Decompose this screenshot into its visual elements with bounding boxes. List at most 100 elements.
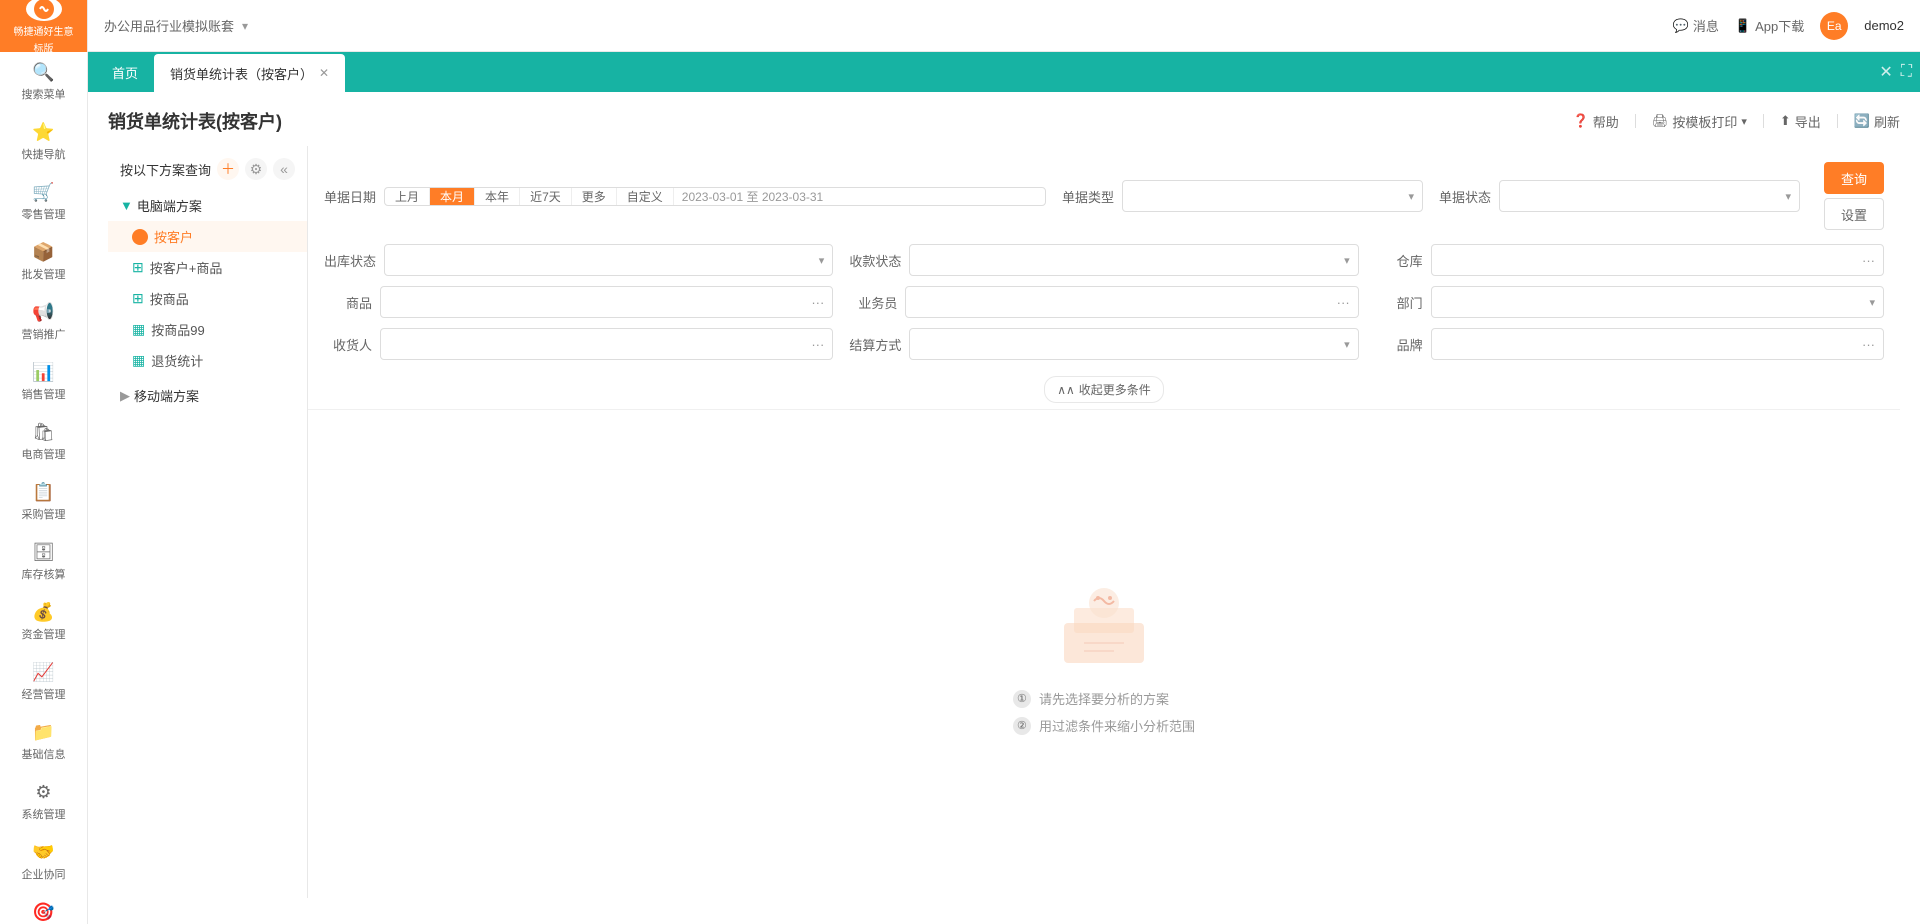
sidebar-item-search[interactable]: 🔍 搜索菜单 xyxy=(0,52,87,112)
desktop-scheme-label: 电脑端方案 xyxy=(137,196,202,215)
topbar-right: 💬 消息 📱 App下载 Ea demo2 xyxy=(1673,12,1904,40)
sidebar-item-purchase[interactable]: 📋 采购管理 xyxy=(0,472,87,532)
empty-tip-1-text: 请先选择要分析的方案 xyxy=(1039,689,1169,708)
settings-button[interactable]: 设置 xyxy=(1824,198,1884,230)
collapse-panel-button[interactable]: « xyxy=(273,158,295,180)
app-download-icon: 📱 xyxy=(1735,18,1751,34)
export-icon: ⬆ xyxy=(1780,113,1791,129)
brand-select[interactable]: ··· xyxy=(1431,328,1884,360)
salesperson-label: 业务员 xyxy=(849,293,897,312)
sidebar-item-label: 系统管理 xyxy=(22,806,66,822)
sidebar-item-label: 经营管理 xyxy=(22,686,66,702)
sales-icon: 📊 xyxy=(32,362,54,383)
sidebar-item-wholesale[interactable]: 📦 批发管理 xyxy=(0,232,87,292)
consignee-select[interactable]: ··· xyxy=(380,328,833,360)
panel-header: 按以下方案查询 ＋ ⚙ « xyxy=(108,154,307,188)
grid-icon: ⊞ xyxy=(132,259,144,276)
sidebar-item-quicknav[interactable]: ⭐ 快捷导航 xyxy=(0,112,87,172)
query-button[interactable]: 查询 xyxy=(1824,162,1884,194)
sidebar-item-operations[interactable]: 📈 经营管理 xyxy=(0,652,87,712)
receipt-status-select[interactable]: ▾ xyxy=(909,244,1358,276)
scheme-item-return-stats[interactable]: ▦ 退货统计 xyxy=(108,345,307,376)
sidebar-item-sales[interactable]: 📊 销售管理 xyxy=(0,352,87,412)
sales-stats-tab-label: 销货单统计表（按客户） xyxy=(170,64,313,83)
settings-scheme-button[interactable]: ⚙ xyxy=(245,158,267,180)
sidebar-item-marketing[interactable]: 📢 营销推广 xyxy=(0,292,87,352)
ecommerce-icon: 🛍 xyxy=(32,422,55,443)
product-label: 商品 xyxy=(324,293,372,312)
settlement-filter-item: 结算方式 ▾ xyxy=(849,328,1358,360)
last-7-days-btn[interactable]: 近7天 xyxy=(520,188,572,205)
sidebar-item-basic-info[interactable]: 📁 基础信息 xyxy=(0,712,87,772)
warehouse-filter-item: 仓库 ··· xyxy=(1375,244,1884,276)
close-tab-button[interactable]: ✕ xyxy=(1879,62,1892,82)
topbar-title: 办公用品行业模拟账套 xyxy=(104,16,234,35)
order-status-filter-item: 单据状态 ▾ xyxy=(1439,180,1800,212)
sidebar-item-label: 零售管理 xyxy=(22,206,66,222)
brand-more-icon: ··· xyxy=(1862,337,1875,352)
this-month-btn[interactable]: 本月 xyxy=(430,188,475,205)
department-select[interactable]: ▾ xyxy=(1431,286,1884,318)
export-button[interactable]: ⬆ 导出 xyxy=(1780,112,1821,131)
sidebar-item-label: 搜索菜单 xyxy=(22,86,66,102)
add-scheme-button[interactable]: ＋ xyxy=(217,158,239,180)
guide-icon: 🎯 xyxy=(32,902,54,923)
stock-status-select[interactable]: ▾ xyxy=(384,244,833,276)
refresh-button[interactable]: 🔄 刷新 xyxy=(1854,112,1900,131)
warehouse-select[interactable]: ··· xyxy=(1431,244,1884,276)
sidebar-item-retail[interactable]: 🛒 零售管理 xyxy=(0,172,87,232)
mobile-scheme-title[interactable]: ▶ 移动端方案 xyxy=(108,380,307,411)
right-area: 单据日期 上月 本月 本年 近7天 更多 自定义 xyxy=(308,146,1900,898)
scheme-item-by-customer-product[interactable]: ⊞ 按客户+商品 xyxy=(108,252,307,283)
empty-state: ① 请先选择要分析的方案 ② 用过滤条件来缩小分析范围 xyxy=(308,410,1900,898)
print-button[interactable]: 🖨 按模板打印 ▾ xyxy=(1652,112,1747,131)
sidebar-item-enterprise-coop[interactable]: 🤝 企业协同 xyxy=(0,832,87,892)
scheme-item-by-product[interactable]: ⊞ 按商品 xyxy=(108,283,307,314)
collapse-label: 收起更多条件 xyxy=(1079,381,1151,398)
sidebar-item-system[interactable]: ⚙ 系统管理 xyxy=(0,772,87,832)
product-select[interactable]: ··· xyxy=(380,286,833,318)
settlement-label: 结算方式 xyxy=(849,335,901,354)
chevron-down-icon: ▾ xyxy=(1408,190,1414,203)
salesperson-select[interactable]: ··· xyxy=(905,286,1358,318)
sidebar-item-label: 基础信息 xyxy=(22,746,66,762)
scheme-item-by-customer[interactable]: 按客户 xyxy=(108,221,307,252)
settlement-select[interactable]: ▾ xyxy=(909,328,1358,360)
help-label: 帮助 xyxy=(1593,112,1619,131)
logo-text: 畅捷通好生意 xyxy=(14,23,74,38)
divider2 xyxy=(1763,114,1764,128)
order-type-select[interactable]: ▾ xyxy=(1122,180,1423,212)
wholesale-icon: 📦 xyxy=(32,242,54,263)
last-month-btn[interactable]: 上月 xyxy=(385,188,430,205)
sidebar-item-ecommerce[interactable]: 🛍 电商管理 xyxy=(0,412,87,472)
tab-close-icon[interactable]: ✕ xyxy=(319,66,329,80)
maximize-tab-button[interactable]: ⛶ xyxy=(1901,63,1912,81)
tabbar-actions: ✕ ⛶ xyxy=(1879,62,1912,82)
consignee-more-icon: ··· xyxy=(811,337,824,352)
help-button[interactable]: ❓ 帮助 xyxy=(1573,112,1619,131)
mobile-scheme-label: 移动端方案 xyxy=(134,386,199,405)
app-download-button[interactable]: 📱 App下载 xyxy=(1735,16,1804,35)
refresh-label: 刷新 xyxy=(1874,112,1900,131)
sidebar-item-inventory[interactable]: 🗄 库存核算 xyxy=(0,532,87,592)
order-status-label: 单据状态 xyxy=(1439,187,1491,206)
this-year-btn[interactable]: 本年 xyxy=(475,188,520,205)
message-label: 消息 xyxy=(1693,16,1719,35)
finance-icon: 💰 xyxy=(32,602,54,623)
desktop-scheme-title[interactable]: ▼ 电脑端方案 xyxy=(108,190,307,221)
avatar[interactable]: Ea xyxy=(1820,12,1848,40)
sidebar-item-finance[interactable]: 💰 资金管理 xyxy=(0,592,87,652)
scheme-item-by-product-99[interactable]: ▦ 按商品99 xyxy=(108,314,307,345)
sidebar-item-guide[interactable]: 🎯 新手引导 xyxy=(0,892,87,924)
tab-sales-stats[interactable]: 销货单统计表（按客户） ✕ xyxy=(154,54,345,92)
brand-filter-item: 品牌 ··· xyxy=(1375,328,1884,360)
message-button[interactable]: 💬 消息 xyxy=(1673,16,1719,35)
date-control: 上月 本月 本年 近7天 更多 自定义 2023-03-01 至 2023-03… xyxy=(384,187,1046,206)
order-status-select[interactable]: ▾ xyxy=(1499,180,1800,212)
custom-btn[interactable]: 自定义 xyxy=(617,188,674,205)
tab-home[interactable]: 首页 xyxy=(96,52,154,92)
collapse-button[interactable]: ∧∧ 收起更多条件 xyxy=(1044,376,1164,403)
topbar-dropdown-icon[interactable]: ▾ xyxy=(242,19,248,33)
left-panel: 按以下方案查询 ＋ ⚙ « ▼ 电脑端方案 xyxy=(108,146,308,898)
more-btn[interactable]: 更多 xyxy=(572,188,617,205)
